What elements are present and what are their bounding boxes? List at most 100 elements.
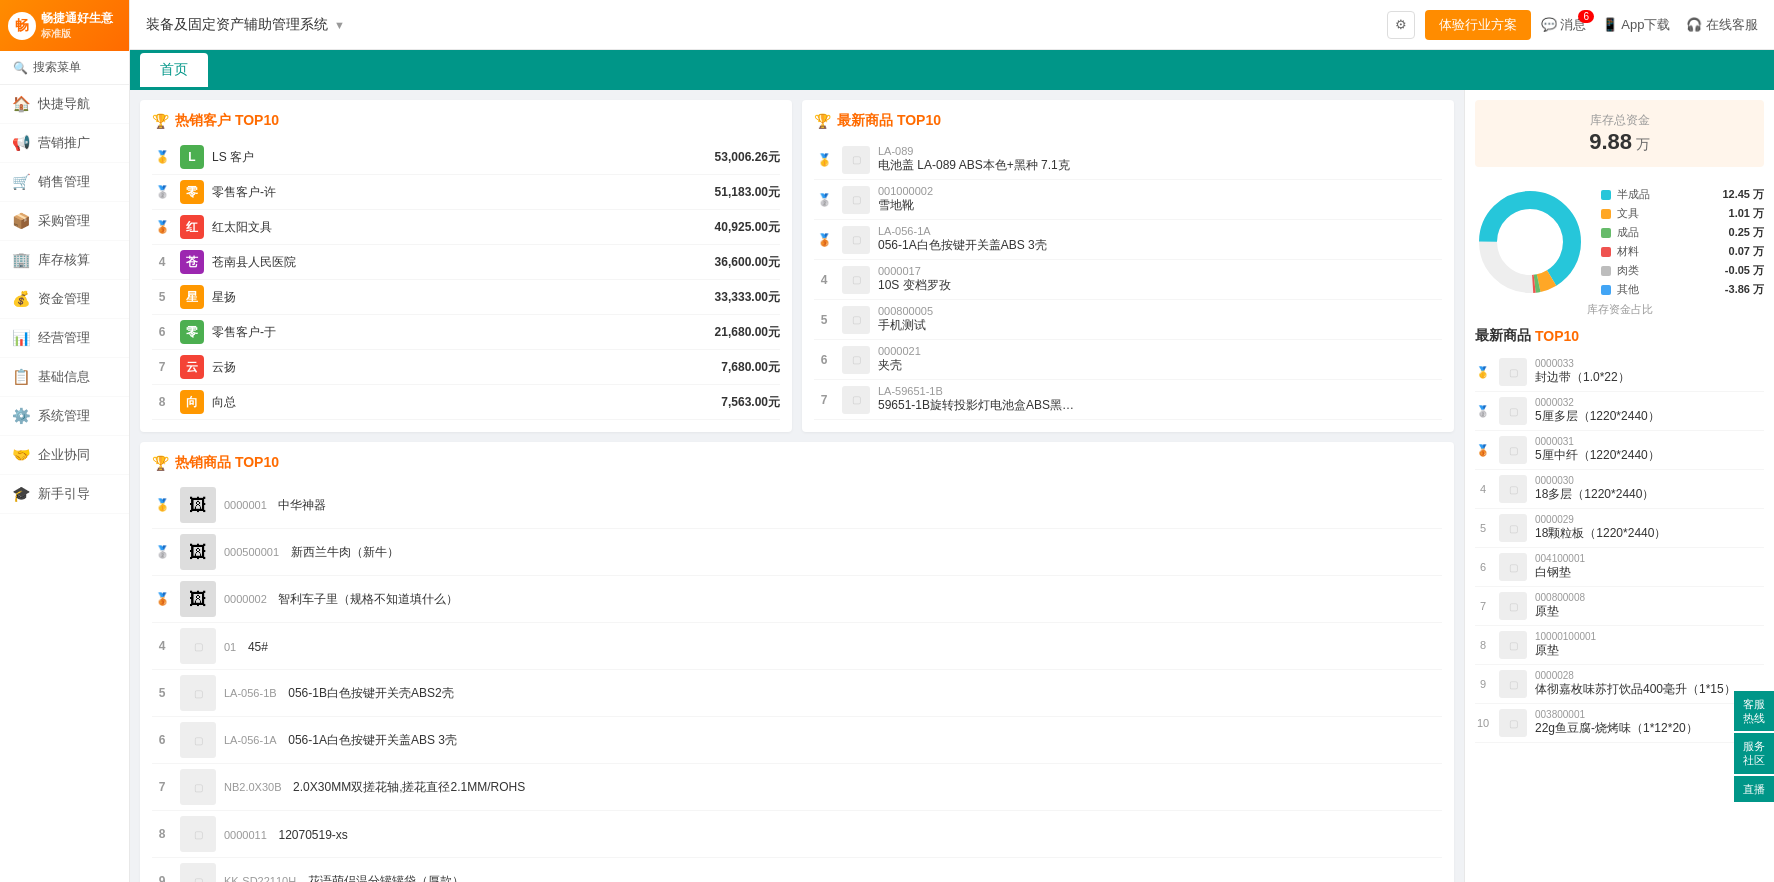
customer-row: 8 向 向总 7,563.00元: [152, 385, 780, 420]
newest-product-row: 4 ▢ 0000030 18多层（1220*2440）: [1475, 470, 1764, 509]
service-community-btn[interactable]: 服务社区: [1734, 733, 1774, 774]
rank-number: 🥈: [152, 545, 172, 559]
dropdown-icon[interactable]: ▼: [334, 19, 345, 31]
rank-number: 6: [1475, 561, 1491, 573]
live-btn[interactable]: 直播: [1734, 776, 1774, 802]
rank-number: 5: [814, 313, 834, 327]
stock-total-label: 库存总资金: [1487, 112, 1752, 129]
product-code: 003800001: [1535, 709, 1764, 720]
rank-number: 7: [1475, 600, 1491, 612]
sidebar-icon: 🎓: [12, 485, 30, 503]
product-name: 雪地靴: [878, 197, 933, 214]
donut-chart-container: 半成品 12.45 万 文具 1.01 万 成品 0.25 万 材料 0.07 …: [1475, 177, 1764, 317]
product-info: 0000029 18颗粒板（1220*2440）: [1535, 514, 1764, 542]
sidebar-item-资金管理[interactable]: 💰 资金管理: [0, 280, 129, 319]
sidebar-items-container: 🏠 快捷导航📢 营销推广🛒 销售管理📦 采购管理🏢 库存核算💰 资金管理📊 经营…: [0, 85, 129, 514]
app-download-label: App下载: [1621, 17, 1670, 32]
product-code: LA-056-1A: [224, 734, 277, 746]
stock-total-unit: 万: [1636, 136, 1650, 152]
rank-number: 10: [1475, 717, 1491, 729]
customer-amount: 33,333.00元: [715, 289, 780, 306]
sidebar-item-快捷导航[interactable]: 🏠 快捷导航: [0, 85, 129, 124]
sidebar-icon: 📦: [12, 212, 30, 230]
content-right: 库存总资金 9.88 万: [1464, 90, 1774, 882]
product-name: 手机测试: [878, 317, 933, 334]
content: 🏆 热销客户 TOP10 🥇 L LS 客户 53,006.26元 🥈 零 零售…: [130, 90, 1774, 882]
product-code: 000800005: [878, 305, 933, 317]
service-hotline-btn[interactable]: 客服热线: [1734, 691, 1774, 732]
customer-row: 🥇 L LS 客户 53,006.26元: [152, 140, 780, 175]
sidebar-item-基础信息[interactable]: 📋 基础信息: [0, 358, 129, 397]
product-info: LA-089 电池盖 LA-089 ABS本色+黑种 7.1克: [878, 145, 1070, 174]
rank-number: 6: [152, 733, 172, 747]
product-name: 电池盖 LA-089 ABS本色+黑种 7.1克: [878, 157, 1070, 174]
product-img-placeholder: ▢: [1499, 358, 1527, 386]
online-service-label: 在线客服: [1706, 17, 1758, 32]
sidebar-item-企业协同[interactable]: 🤝 企业协同: [0, 436, 129, 475]
sidebar-logo: 畅 畅捷通好生意 标准版: [0, 0, 129, 51]
product-name: 封边带（1.0*22）: [1535, 369, 1764, 386]
new-product-left-row: 🥉 ▢ LA-056-1A 056-1A白色按键开关盖ABS 3壳: [814, 220, 1442, 260]
legend-item: 文具 1.01 万: [1601, 206, 1764, 221]
customer-row: 6 零 零售客户-于 21,680.00元: [152, 315, 780, 350]
gear-button[interactable]: ⚙: [1387, 11, 1415, 39]
sidebar-icon: 💰: [12, 290, 30, 308]
customer-row: 🥈 零 零售客户-许 51,183.00元: [152, 175, 780, 210]
product-info: 003800001 22g鱼豆腐-烧烤味（1*12*20）: [1535, 709, 1764, 737]
app-download-button[interactable]: 📱 App下载: [1602, 16, 1670, 34]
product-img: ▢: [842, 386, 870, 414]
messages-button[interactable]: 💬 消息 6: [1541, 16, 1587, 34]
product-code: 004100001: [1535, 553, 1764, 564]
product-info: LA-056-1A 056-1A白色按键开关盖ABS 3壳: [224, 732, 457, 749]
sidebar-item-营销推广[interactable]: 📢 营销推广: [0, 124, 129, 163]
customer-badge: 云: [180, 355, 204, 379]
sidebar-item-label: 销售管理: [38, 173, 90, 191]
app-subtitle: 标准版: [41, 27, 113, 41]
legend-value: 1.01 万: [1729, 206, 1764, 221]
hot-products-card: 🏆 热销商品 TOP10 🥇 🖼 0000001 中华神器 🥈 🖼 000500…: [140, 442, 1454, 882]
product-info: 0000017 10S 变档罗孜: [878, 265, 951, 294]
product-img-placeholder: ▢: [1499, 436, 1527, 464]
online-service-button[interactable]: 🎧 在线客服: [1686, 16, 1758, 34]
newest-product-row: 9 ▢ 0000028 体彻嘉枚味苏打饮品400毫升（1*15）: [1475, 665, 1764, 704]
experience-button[interactable]: 体验行业方案: [1425, 10, 1531, 40]
rank-number: 4: [1475, 483, 1491, 495]
legend-value: -3.86 万: [1725, 282, 1764, 297]
logo-icon: 畅: [8, 12, 36, 40]
hot-product-row: 6 ▢ LA-056-1A 056-1A白色按键开关盖ABS 3壳: [152, 717, 1442, 764]
product-info: 0000033 封边带（1.0*22）: [1535, 358, 1764, 386]
sidebar-item-销售管理[interactable]: 🛒 销售管理: [0, 163, 129, 202]
sidebar-item-采购管理[interactable]: 📦 采购管理: [0, 202, 129, 241]
sidebar-item-系统管理[interactable]: ⚙️ 系统管理: [0, 397, 129, 436]
sidebar-item-库存核算[interactable]: 🏢 库存核算: [0, 241, 129, 280]
product-code: NB2.0X30B: [224, 781, 281, 793]
product-name: 45#: [248, 640, 268, 654]
customer-badge: 红: [180, 215, 204, 239]
sidebar-item-label: 新手引导: [38, 485, 90, 503]
top-customers-label: 热销客户 TOP10: [175, 112, 279, 130]
top-customers-card: 🏆 热销客户 TOP10 🥇 L LS 客户 53,006.26元 🥈 零 零售…: [140, 100, 792, 432]
new-product-left-row: 7 ▢ LA-59651-1B 59651-1B旋转投影灯电池盒ABS黑色+58…: [814, 380, 1442, 420]
product-name: 智利车子里（规格不知道填什么）: [278, 592, 458, 606]
new-product-left-row: 🥈 ▢ 001000002 雪地靴: [814, 180, 1442, 220]
product-code: 0000017: [878, 265, 951, 277]
rank-number: 8: [1475, 639, 1491, 651]
new-product-left-row: 5 ▢ 000800005 手机测试: [814, 300, 1442, 340]
product-img-placeholder: ▢: [1499, 670, 1527, 698]
product-info: 01 45#: [224, 639, 268, 654]
product-code: 0000021: [878, 345, 921, 357]
sidebar-item-新手引导[interactable]: 🎓 新手引导: [0, 475, 129, 514]
newest-product-row: 8 ▢ 10000100001 原垫: [1475, 626, 1764, 665]
sidebar-icon: 📢: [12, 134, 30, 152]
product-img-placeholder: ▢: [1499, 553, 1527, 581]
sidebar-item-经营管理[interactable]: 📊 经营管理: [0, 319, 129, 358]
legend-item: 其他 -3.86 万: [1601, 282, 1764, 297]
rank-number: 7: [814, 393, 834, 407]
stock-total-value: 9.88: [1589, 129, 1632, 154]
tab-home[interactable]: 首页: [140, 53, 208, 87]
product-name: 体彻嘉枚味苏打饮品400毫升（1*15）: [1535, 681, 1764, 698]
customer-name: 向总: [212, 394, 713, 411]
product-info: 000800008 原垫: [1535, 592, 1764, 620]
sidebar-search[interactable]: 🔍 搜索菜单: [0, 51, 129, 85]
product-name: 中华神器: [278, 498, 326, 512]
